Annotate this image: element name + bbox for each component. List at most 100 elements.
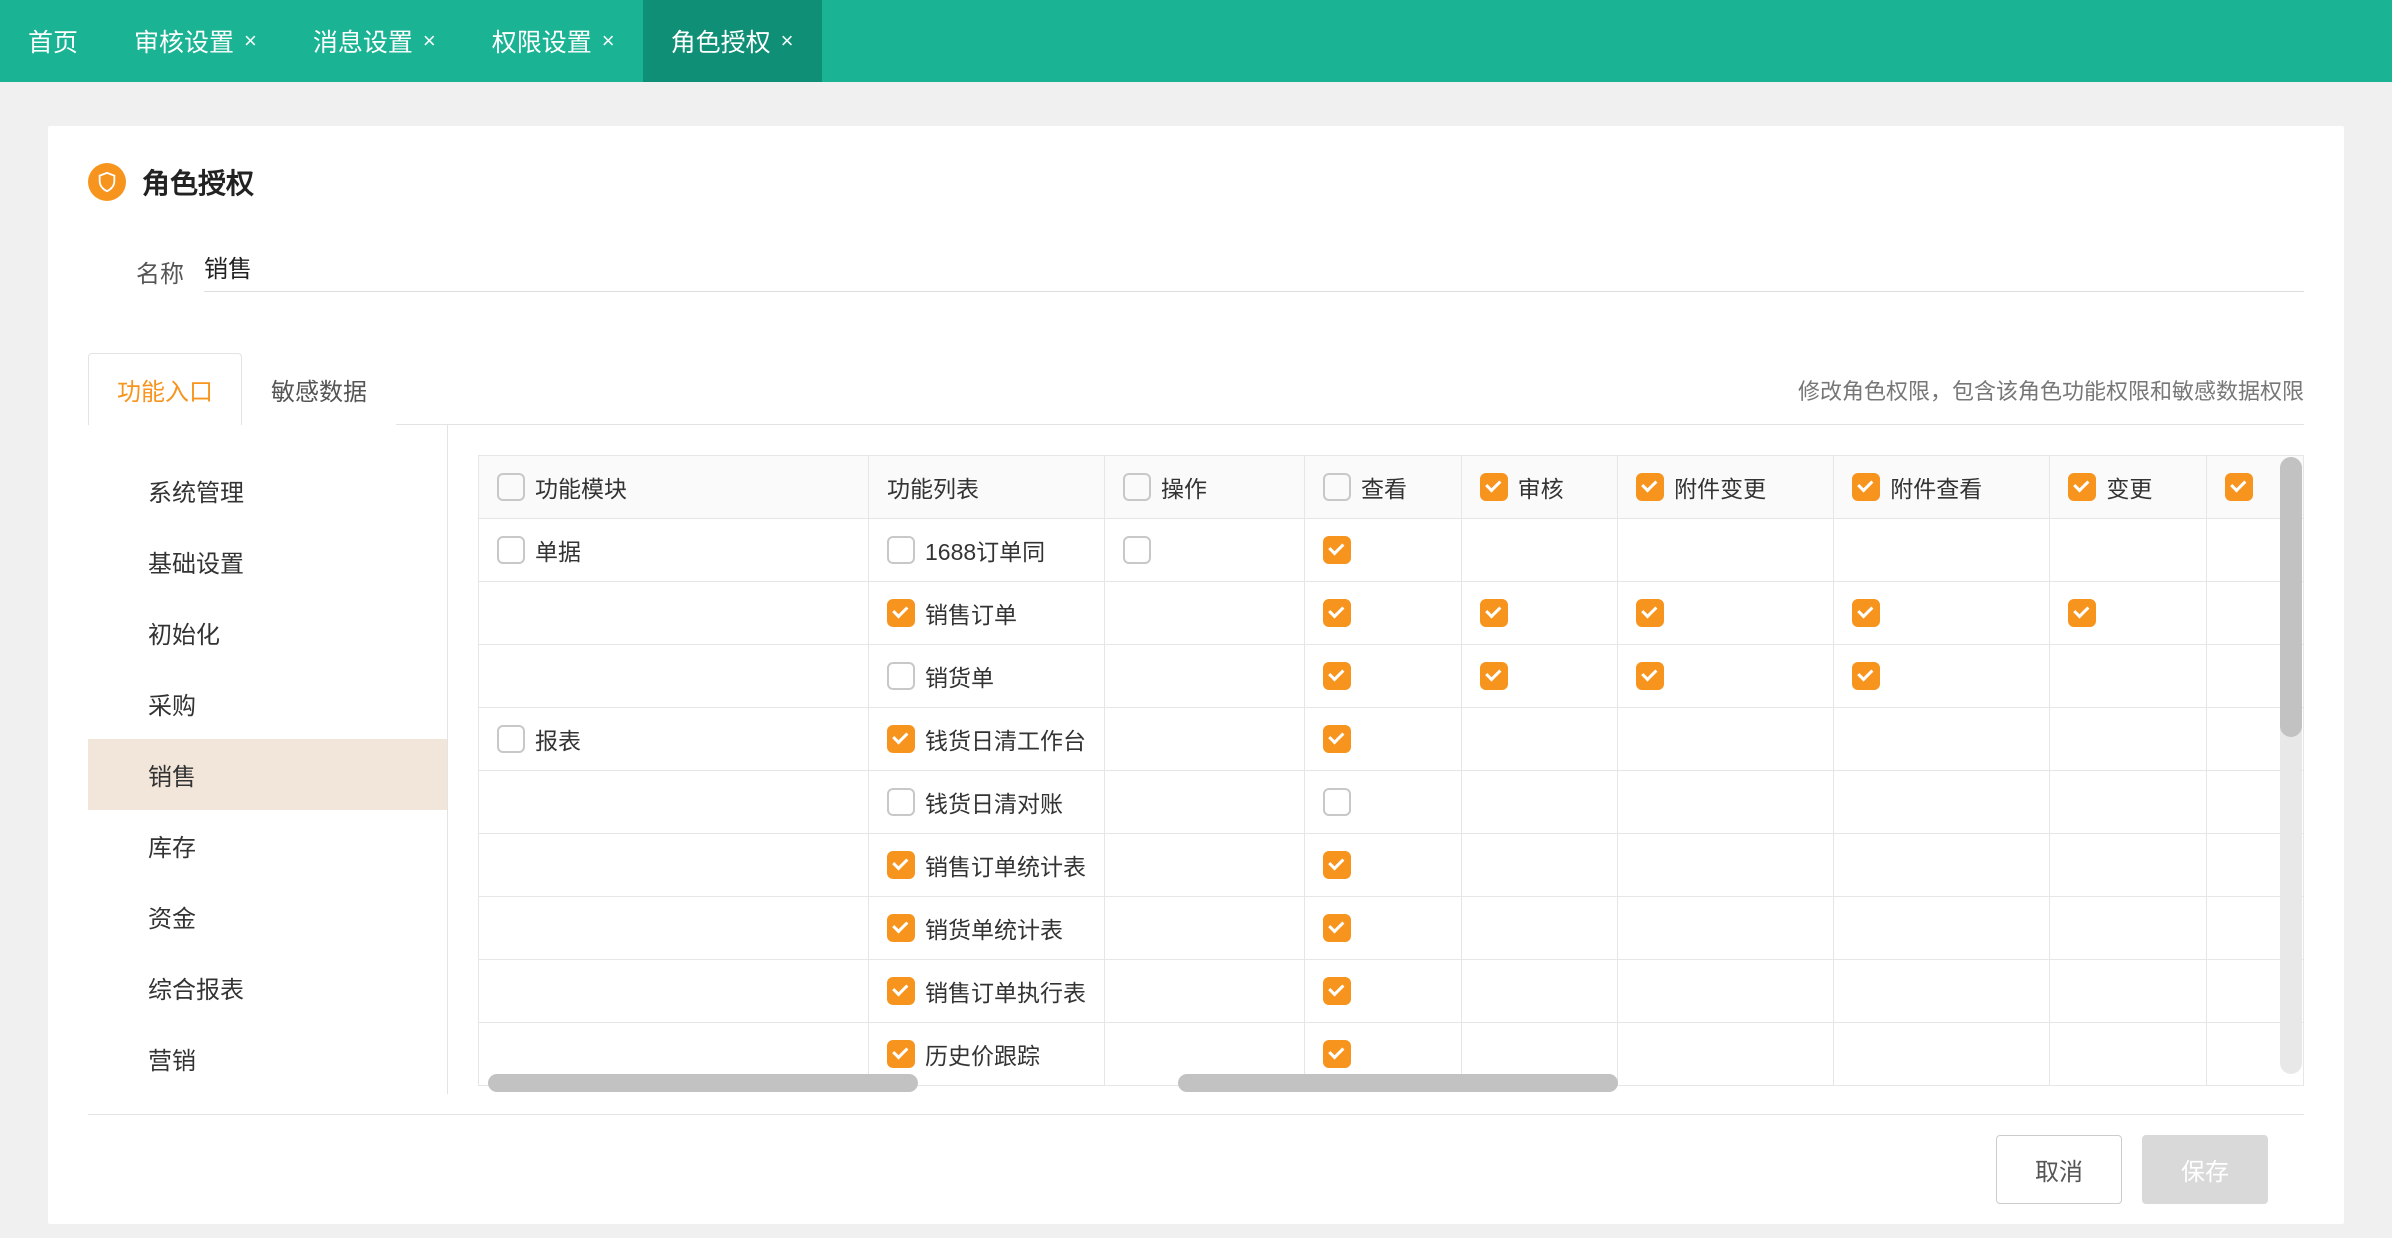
header-audit-checkbox[interactable] <box>1480 473 1508 501</box>
list-label: 钱货日清对账 <box>925 785 1063 819</box>
change-checkbox[interactable] <box>2068 599 2096 627</box>
cell-change <box>2050 959 2207 1022</box>
col-header-list: 功能列表 <box>869 455 1105 518</box>
view-checkbox[interactable] <box>1323 536 1351 564</box>
list-label: 销货单 <box>925 659 994 693</box>
top-tab-3[interactable]: 权限设置× <box>464 0 643 82</box>
col-header-attach_change: 附件变更 <box>1618 455 1834 518</box>
cell-attach_change <box>1618 581 1834 644</box>
side-menu: 系统管理基础设置初始化采购销售库存资金综合报表营销 <box>88 425 448 1094</box>
h-scrollbar[interactable] <box>1178 1074 1618 1092</box>
cell-view <box>1305 581 1462 644</box>
content-tabs: 功能入口敏感数据 <box>88 352 396 424</box>
cell-audit <box>1461 518 1618 581</box>
sidebar-item-4[interactable]: 销售 <box>88 739 447 810</box>
cell-list: 销货单统计表 <box>869 896 1105 959</box>
content-tab-1[interactable]: 敏感数据 <box>242 353 396 425</box>
audit-checkbox[interactable] <box>1480 599 1508 627</box>
cell-list: 销售订单统计表 <box>869 833 1105 896</box>
content-tab-0[interactable]: 功能入口 <box>88 353 242 425</box>
cell-attach_change <box>1618 518 1834 581</box>
save-button[interactable]: 保存 <box>2142 1135 2268 1204</box>
cell-audit <box>1461 770 1618 833</box>
sidebar-item-2[interactable]: 初始化 <box>88 597 447 668</box>
cell-change <box>2050 770 2207 833</box>
view-checkbox[interactable] <box>1323 599 1351 627</box>
header-operate-checkbox[interactable] <box>1123 473 1151 501</box>
module-checkbox[interactable] <box>497 725 525 753</box>
cell-change <box>2050 707 2207 770</box>
page-title-row: 角色授权 <box>88 162 2304 202</box>
cell-audit <box>1461 644 1618 707</box>
sidebar-item-3[interactable]: 采购 <box>88 668 447 739</box>
list-checkbox[interactable] <box>887 1040 915 1068</box>
list-checkbox[interactable] <box>887 662 915 690</box>
close-icon[interactable]: × <box>423 28 436 54</box>
cell-operate <box>1105 644 1305 707</box>
cell-change <box>2050 518 2207 581</box>
cell-audit <box>1461 833 1618 896</box>
list-checkbox[interactable] <box>887 914 915 942</box>
view-checkbox[interactable] <box>1323 725 1351 753</box>
list-label: 钱货日清工作台 <box>925 722 1086 756</box>
attach_change-checkbox[interactable] <box>1636 599 1664 627</box>
table-row: 报表钱货日清工作台 <box>479 707 2304 770</box>
top-tab-1[interactable]: 审核设置× <box>106 0 285 82</box>
body-split: 系统管理基础设置初始化采购销售库存资金综合报表营销 功能模块功能列表操作查看审核… <box>88 425 2304 1094</box>
list-checkbox[interactable] <box>887 788 915 816</box>
cell-attach_change <box>1618 959 1834 1022</box>
attach_view-checkbox[interactable] <box>1852 599 1880 627</box>
list-checkbox[interactable] <box>887 725 915 753</box>
operate-checkbox[interactable] <box>1123 536 1151 564</box>
cancel-button[interactable]: 取消 <box>1996 1135 2122 1204</box>
v-scroll-track[interactable] <box>2280 457 2302 1074</box>
header-view-checkbox[interactable] <box>1323 473 1351 501</box>
sidebar-item-8[interactable]: 营销 <box>88 1023 447 1094</box>
cell-attach_change <box>1618 770 1834 833</box>
attach_change-checkbox[interactable] <box>1636 662 1664 690</box>
header-change-checkbox[interactable] <box>2068 473 2096 501</box>
top-tab-2[interactable]: 消息设置× <box>285 0 464 82</box>
h-scrollbar[interactable] <box>488 1074 918 1092</box>
sidebar-item-1[interactable]: 基础设置 <box>88 526 447 597</box>
v-scroll-thumb[interactable] <box>2280 457 2302 737</box>
view-checkbox[interactable] <box>1323 1040 1351 1068</box>
sidebar-item-0[interactable]: 系统管理 <box>88 455 447 526</box>
header-extra-checkbox[interactable] <box>2225 473 2253 501</box>
close-icon[interactable]: × <box>602 28 615 54</box>
cell-list: 1688订单同 <box>869 518 1105 581</box>
table-row: 销售订单 <box>479 581 2304 644</box>
module-checkbox[interactable] <box>497 536 525 564</box>
sidebar-item-7[interactable]: 综合报表 <box>88 952 447 1023</box>
top-tab-0[interactable]: 首页 <box>0 0 106 82</box>
list-checkbox[interactable] <box>887 536 915 564</box>
close-icon[interactable]: × <box>244 28 257 54</box>
view-checkbox[interactable] <box>1323 914 1351 942</box>
audit-checkbox[interactable] <box>1480 662 1508 690</box>
cell-attach_view <box>1834 518 2050 581</box>
cell-view <box>1305 518 1462 581</box>
name-input[interactable] <box>204 252 2304 280</box>
header-module-checkbox[interactable] <box>497 473 525 501</box>
cell-change <box>2050 1022 2207 1085</box>
top-tab-4[interactable]: 角色授权× <box>643 0 822 82</box>
col-header-attach_view: 附件查看 <box>1834 455 2050 518</box>
sidebar-item-6[interactable]: 资金 <box>88 881 447 952</box>
list-checkbox[interactable] <box>887 977 915 1005</box>
close-icon[interactable]: × <box>781 28 794 54</box>
cell-view <box>1305 707 1462 770</box>
cell-module <box>479 833 869 896</box>
list-checkbox[interactable] <box>887 599 915 627</box>
header-attach_change-checkbox[interactable] <box>1636 473 1664 501</box>
attach_view-checkbox[interactable] <box>1852 662 1880 690</box>
header-attach_view-checkbox[interactable] <box>1852 473 1880 501</box>
name-input-wrap <box>204 252 2304 292</box>
view-checkbox[interactable] <box>1323 977 1351 1005</box>
view-checkbox[interactable] <box>1323 662 1351 690</box>
sidebar-item-5[interactable]: 库存 <box>88 810 447 881</box>
list-checkbox[interactable] <box>887 851 915 879</box>
view-checkbox[interactable] <box>1323 788 1351 816</box>
cell-audit <box>1461 896 1618 959</box>
view-checkbox[interactable] <box>1323 851 1351 879</box>
table-row: 钱货日清对账 <box>479 770 2304 833</box>
